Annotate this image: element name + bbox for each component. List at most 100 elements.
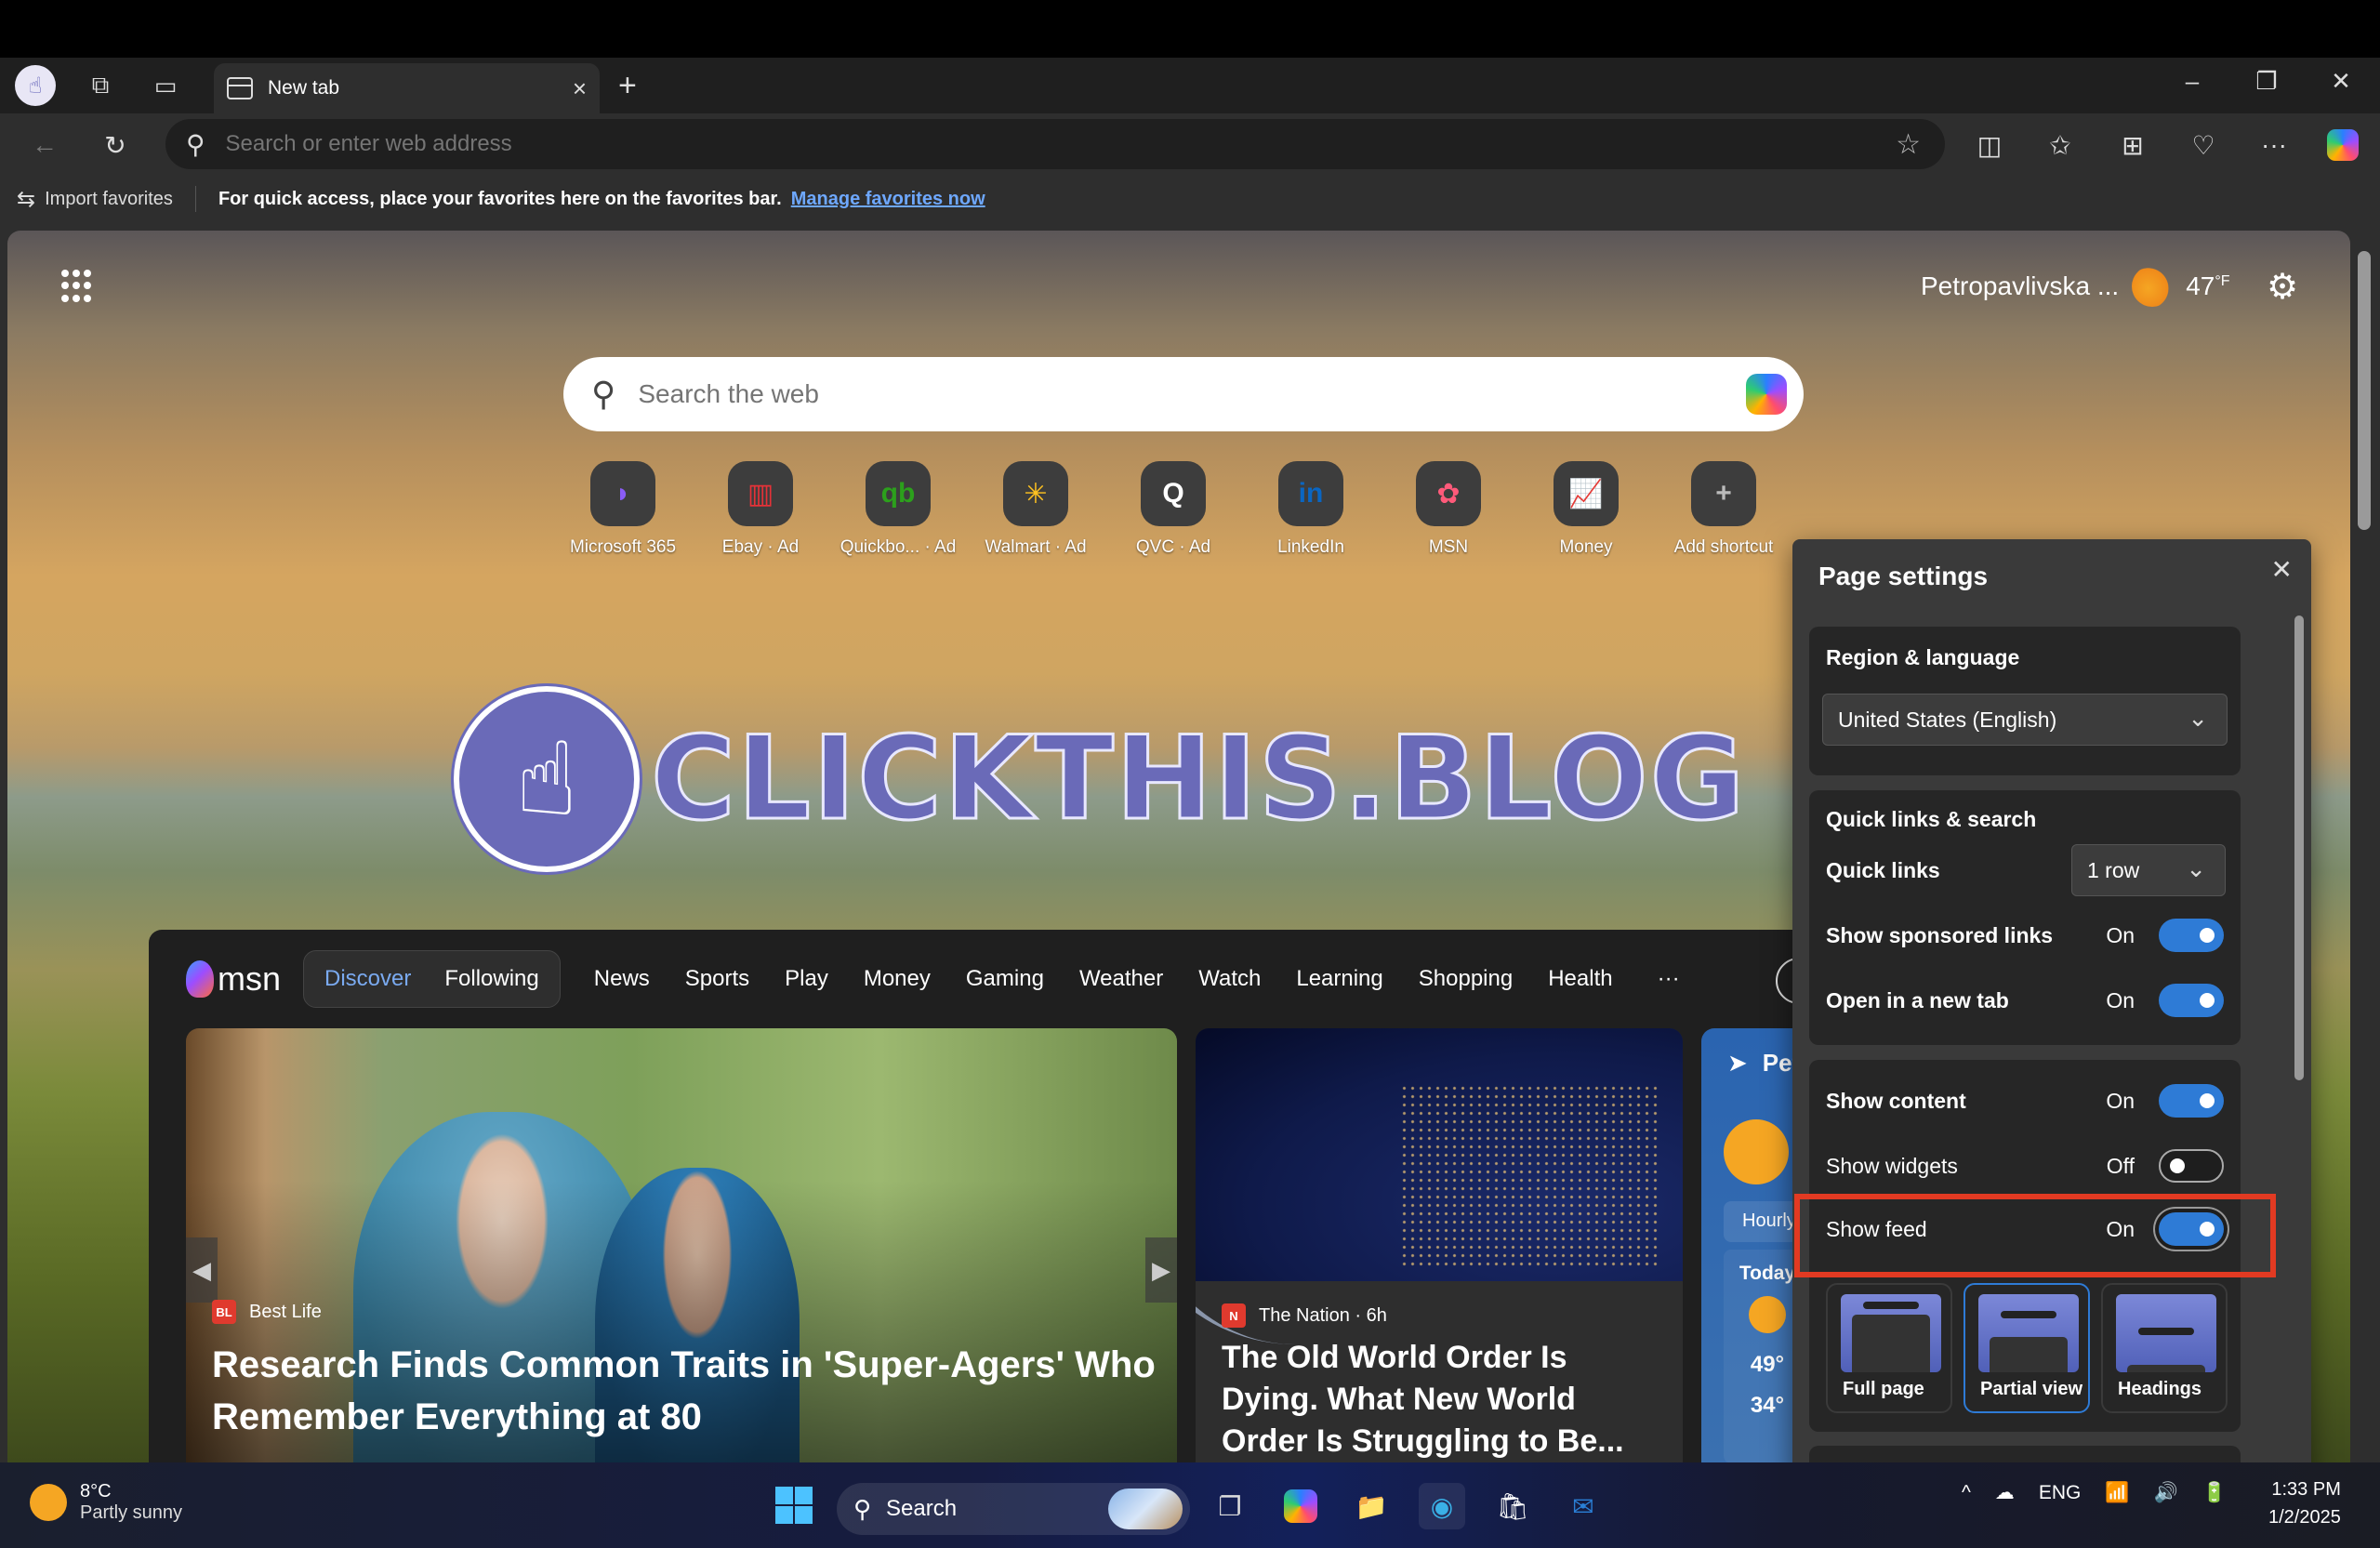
quick-link[interactable]: ✿ MSN: [1380, 461, 1517, 558]
quick-link[interactable]: ▥ Ebay · Ad: [692, 461, 829, 558]
address-input[interactable]: [225, 131, 1806, 157]
show-hidden-icons-chevron[interactable]: ^: [1962, 1482, 1971, 1504]
scrollbar-thumb[interactable]: [2358, 251, 2371, 530]
copilot-icon[interactable]: [2322, 125, 2363, 165]
layout-full-page[interactable]: Full page: [1826, 1283, 1952, 1413]
favorites-hint: For quick access, place your favorites h…: [218, 188, 782, 209]
layout-partial-view[interactable]: Partial view: [1964, 1283, 2090, 1413]
feed-category-watch[interactable]: Watch: [1198, 966, 1261, 992]
profile-avatar[interactable]: ☝: [15, 65, 56, 106]
quick-link[interactable]: qb Quickbo... · Ad: [829, 461, 967, 558]
browser-essentials-icon[interactable]: ♡: [2183, 125, 2224, 165]
workspaces-icon[interactable]: ⧉: [82, 67, 119, 104]
article-headline[interactable]: The Old World Order Is Dying. What New W…: [1222, 1337, 1659, 1462]
feed-category-news[interactable]: News: [594, 966, 650, 992]
location-arrow-icon: ➤: [1727, 1049, 1748, 1077]
quick-links-label: Quick links: [1826, 857, 1940, 882]
web-search-input[interactable]: [638, 379, 1661, 409]
manage-favorites-link[interactable]: Manage favorites now: [791, 189, 985, 210]
region-section: Region & language United States (English…: [1809, 627, 2241, 775]
restore-button[interactable]: ❐: [2248, 67, 2285, 96]
tab-new-tab[interactable]: New tab ×: [214, 63, 600, 113]
feed-layout-options: Full page Partial view Headings: [1826, 1283, 2228, 1413]
feed-category-shopping[interactable]: Shopping: [1419, 966, 1513, 992]
feed-category-learning[interactable]: Learning: [1296, 966, 1382, 992]
close-panel-icon[interactable]: ✕: [2271, 554, 2293, 585]
split-screen-icon[interactable]: ◫: [1969, 125, 2010, 165]
copilot-app-icon[interactable]: [1277, 1483, 1324, 1529]
show-content-toggle[interactable]: [2159, 1084, 2224, 1118]
quick-link[interactable]: ◗ Microsoft 365: [554, 461, 692, 558]
chevron-down-icon: ⌄: [2188, 704, 2208, 732]
outlook-icon[interactable]: ✉: [1560, 1483, 1606, 1529]
feed-category-sports[interactable]: Sports: [685, 966, 749, 992]
layout-headings[interactable]: Headings: [2101, 1283, 2228, 1413]
watermark-text: CLICKTHIS.BLOG: [649, 711, 1747, 848]
web-search-box[interactable]: ⚲: [563, 357, 1804, 431]
show-widgets-toggle[interactable]: [2159, 1149, 2224, 1183]
back-icon[interactable]: ←: [24, 125, 65, 165]
import-favorites-button[interactable]: ⇆ Import favorites: [17, 186, 173, 213]
taskbar-weather[interactable]: 8°C Partly sunny: [30, 1481, 182, 1524]
article-headline[interactable]: Research Finds Common Traits in 'Super-A…: [212, 1339, 1160, 1443]
more-categories-button[interactable]: ···: [1658, 966, 1680, 992]
feed-category-play[interactable]: Play: [785, 966, 828, 992]
tab-close-button[interactable]: ×: [573, 74, 587, 103]
favorite-star-icon[interactable]: ☆: [1896, 128, 1921, 161]
quick-link[interactable]: + Add shortcut: [1655, 461, 1792, 558]
edge-browser-icon[interactable]: ◉: [1419, 1483, 1465, 1529]
search-icon: ⚲: [853, 1494, 872, 1523]
tab-following[interactable]: Following: [444, 966, 538, 992]
close-window-button[interactable]: ✕: [2322, 67, 2360, 96]
microsoft-store-icon[interactable]: 🛍: [1489, 1483, 1536, 1529]
sponsored-links-toggle[interactable]: [2159, 919, 2224, 952]
quick-link[interactable]: Q QVC · Ad: [1104, 461, 1242, 558]
onedrive-cloud-icon[interactable]: ☁: [1995, 1481, 2015, 1504]
favorites-icon[interactable]: ✩: [2040, 125, 2081, 165]
refresh-icon[interactable]: ↻: [95, 125, 136, 165]
app-launcher-icon[interactable]: [61, 270, 95, 303]
panel-scrollbar[interactable]: [2294, 615, 2304, 1080]
system-clock[interactable]: 1:33 PM 1/2/2025: [2268, 1475, 2341, 1531]
battery-icon[interactable]: 🔋: [2202, 1482, 2227, 1504]
carousel-prev-button[interactable]: ◀: [186, 1237, 218, 1303]
region-dropdown[interactable]: United States (English) ⌄: [1822, 694, 2228, 746]
copilot-search-icon[interactable]: [1746, 374, 1787, 415]
msn-logo[interactable]: msn: [186, 959, 281, 999]
news-card-hero[interactable]: ◀ ▶ BL Best Life Research Finds Common T…: [186, 1028, 1177, 1462]
source-name: The Nation · 6h: [1259, 1304, 1387, 1326]
new-tab-button[interactable]: +: [618, 69, 637, 102]
feed-category-money[interactable]: Money: [864, 966, 931, 992]
vertical-tabs-icon[interactable]: ▭: [147, 67, 184, 104]
collections-icon[interactable]: ⊞: [2112, 125, 2153, 165]
feed-category-gaming[interactable]: Gaming: [966, 966, 1044, 992]
tab-discover[interactable]: Discover: [324, 966, 411, 992]
divider: [194, 186, 196, 212]
quick-link[interactable]: ✳ Walmart · Ad: [967, 461, 1104, 558]
feed-category-health[interactable]: Health: [1548, 966, 1612, 992]
open-new-tab-toggle[interactable]: [2159, 984, 2224, 1017]
quick-link[interactable]: 📈 Money: [1517, 461, 1655, 558]
windows-start-icon[interactable]: [775, 1487, 813, 1524]
input-language[interactable]: ENG: [2039, 1482, 2082, 1504]
search-highlight-image: [1108, 1488, 1183, 1529]
news-card[interactable]: N The Nation · 6h The Old World Order Is…: [1196, 1028, 1683, 1462]
carousel-next-button[interactable]: ▶: [1145, 1237, 1177, 1303]
quick-links-dropdown[interactable]: 1 row ⌄: [2071, 844, 2226, 896]
taskbar-search[interactable]: ⚲ Search: [837, 1483, 1190, 1535]
page-settings-gear-icon[interactable]: ⚙: [2267, 266, 2298, 308]
wifi-icon[interactable]: 📶: [2105, 1482, 2129, 1504]
article-source: BL Best Life: [212, 1300, 322, 1324]
search-icon: ⚲: [591, 375, 616, 413]
minimize-button[interactable]: –: [2174, 67, 2211, 96]
more-menu-icon[interactable]: ···: [2254, 125, 2294, 165]
task-view-icon[interactable]: ❐: [1207, 1483, 1253, 1529]
quick-link[interactable]: in LinkedIn: [1242, 461, 1380, 558]
system-tray: ^ ☁ ENG 📶 🔊 🔋: [1962, 1481, 2227, 1504]
file-explorer-icon[interactable]: 📁: [1348, 1483, 1395, 1529]
feed-category-weather[interactable]: Weather: [1079, 966, 1163, 992]
weather-widget[interactable]: Petropavlivska ... 47 °F: [1921, 266, 2230, 307]
page-scrollbar[interactable]: [2350, 223, 2380, 1462]
address-bar[interactable]: ⚲ ☆: [165, 119, 1945, 169]
volume-icon[interactable]: 🔊: [2154, 1482, 2178, 1504]
